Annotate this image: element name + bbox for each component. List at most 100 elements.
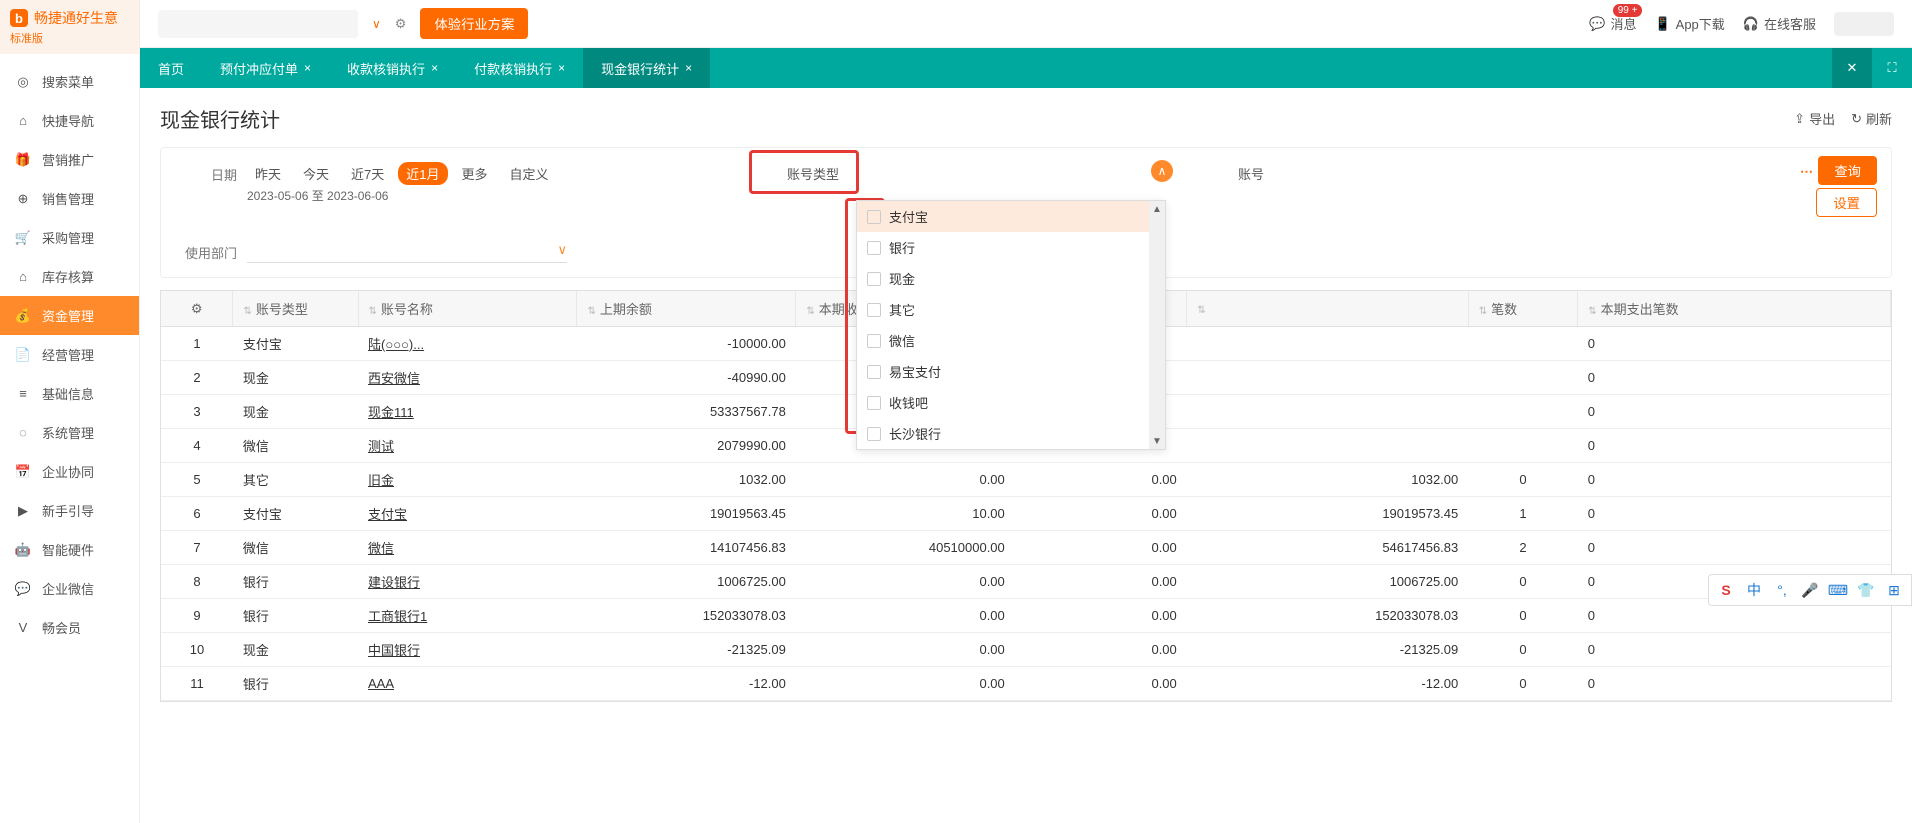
sort-icon[interactable]: ⇅: [587, 306, 595, 317]
account-link[interactable]: 建设银行: [368, 575, 420, 590]
tab[interactable]: 首页: [140, 48, 202, 88]
fullscreen-button[interactable]: ⛶: [1872, 48, 1912, 88]
column-header[interactable]: ⇅上期余额: [577, 291, 796, 327]
sidebar-item[interactable]: ⊕销售管理: [0, 179, 139, 218]
date-pill[interactable]: 昨天: [247, 162, 289, 185]
sidebar-item[interactable]: ⌂快捷导航: [0, 101, 139, 140]
checkbox[interactable]: [867, 241, 881, 255]
table-settings-header[interactable]: ⚙: [161, 291, 233, 327]
sidebar-item[interactable]: ≡基础信息: [0, 374, 139, 413]
chevron-down-icon[interactable]: ∨: [372, 17, 381, 31]
account-link[interactable]: 旧金: [368, 473, 394, 488]
dropdown-option[interactable]: 现金: [857, 263, 1165, 294]
sort-icon[interactable]: ⇅: [1479, 306, 1487, 317]
cell-c1: 0.00: [1015, 633, 1187, 667]
date-pill[interactable]: 今天: [295, 162, 337, 185]
scroll-up-icon[interactable]: ▲: [1149, 201, 1165, 217]
checkbox[interactable]: [867, 334, 881, 348]
dropdown-option[interactable]: 银行: [857, 232, 1165, 263]
sidebar-item[interactable]: 📄经营管理: [0, 335, 139, 374]
sidebar-item[interactable]: ◌系统管理: [0, 413, 139, 452]
ime-mic-icon[interactable]: 🎤: [1799, 579, 1821, 601]
account-link[interactable]: 中国银行: [368, 643, 420, 658]
column-header[interactable]: ⇅本期支出笔数: [1578, 291, 1891, 327]
checkbox[interactable]: [867, 396, 881, 410]
sort-icon[interactable]: ⇅: [369, 306, 377, 317]
account-link[interactable]: AAA: [368, 676, 394, 691]
sidebar-item[interactable]: 🛒采购管理: [0, 218, 139, 257]
tab[interactable]: 预付冲应付单×: [202, 48, 329, 88]
scroll-down-icon[interactable]: ▼: [1149, 433, 1165, 449]
dropdown-option[interactable]: 易宝支付: [857, 356, 1165, 387]
column-header[interactable]: ⇅账号类型: [233, 291, 358, 327]
sidebar-item[interactable]: 🎁营销推广: [0, 140, 139, 179]
settings-button[interactable]: 设置: [1816, 188, 1877, 217]
company-selector[interactable]: [158, 10, 358, 38]
date-pill[interactable]: 近1月: [398, 162, 447, 185]
account-link[interactable]: 测试: [368, 439, 394, 454]
refresh-button[interactable]: ↻ 刷新: [1851, 109, 1892, 128]
sort-icon[interactable]: ⇅: [1197, 305, 1205, 316]
sidebar-item[interactable]: V畅会员: [0, 608, 139, 647]
ime-logo-icon[interactable]: S: [1715, 579, 1737, 601]
trial-button[interactable]: 体验行业方案: [420, 8, 528, 39]
dropdown-option[interactable]: 其它: [857, 294, 1165, 325]
sidebar-item[interactable]: ▶新手引导: [0, 491, 139, 530]
checkbox[interactable]: [867, 272, 881, 286]
account-link[interactable]: 陆(○○○)...: [368, 337, 424, 352]
ime-lang-label[interactable]: 中: [1743, 579, 1765, 601]
tab[interactable]: 收款核销执行×: [329, 48, 456, 88]
account-type-dropdown[interactable]: 支付宝银行现金其它微信易宝支付收钱吧长沙银行 ▲ ▼: [856, 200, 1166, 450]
tab[interactable]: 付款核销执行×: [456, 48, 583, 88]
account-link[interactable]: 西安微信: [368, 371, 420, 386]
ime-skin-icon[interactable]: 👕: [1855, 579, 1877, 601]
date-pill[interactable]: 近7天: [343, 162, 392, 185]
export-button[interactable]: ⇪ 导出: [1794, 109, 1835, 128]
sidebar-item[interactable]: ⌂库存核算: [0, 257, 139, 296]
sort-icon[interactable]: ⇅: [806, 306, 814, 317]
sidebar-item[interactable]: 💬企业微信: [0, 569, 139, 608]
messages-link[interactable]: 💬 消息 99 +: [1589, 14, 1636, 33]
close-icon[interactable]: ×: [685, 61, 692, 75]
customer-service-link[interactable]: 🎧 在线客服: [1743, 14, 1816, 33]
sidebar-item[interactable]: 📅企业协同: [0, 452, 139, 491]
checkbox[interactable]: [867, 303, 881, 317]
query-button[interactable]: 查询: [1818, 156, 1877, 185]
avatar[interactable]: [1834, 12, 1894, 36]
dropdown-option[interactable]: 收钱吧: [857, 387, 1165, 418]
close-icon[interactable]: ×: [304, 61, 311, 75]
account-link[interactable]: 微信: [368, 541, 394, 556]
close-icon[interactable]: ×: [558, 61, 565, 75]
ime-punct-icon[interactable]: °,: [1771, 579, 1793, 601]
sort-icon[interactable]: ⇅: [243, 306, 251, 317]
dropdown-option[interactable]: 微信: [857, 325, 1165, 356]
column-header[interactable]: ⇅: [1187, 291, 1468, 327]
gear-icon[interactable]: ⚙: [395, 16, 407, 32]
ime-keyboard-icon[interactable]: ⌨: [1827, 579, 1849, 601]
close-tab-button[interactable]: ✕: [1832, 48, 1872, 88]
checkbox[interactable]: [867, 365, 881, 379]
sort-icon[interactable]: ⇅: [1588, 306, 1596, 317]
collapse-toggle[interactable]: ∧: [1151, 160, 1173, 182]
more-dots-button[interactable]: ⋯: [1800, 164, 1815, 180]
sidebar-item[interactable]: ◎搜索菜单: [0, 62, 139, 101]
account-link[interactable]: 现金111: [368, 405, 414, 420]
dept-select[interactable]: ∨: [247, 238, 567, 263]
dropdown-scrollbar[interactable]: ▲ ▼: [1149, 201, 1165, 449]
checkbox[interactable]: [867, 210, 881, 224]
sidebar-item[interactable]: 🤖智能硬件: [0, 530, 139, 569]
close-icon[interactable]: ×: [431, 61, 438, 75]
date-pill[interactable]: 自定义: [502, 162, 557, 185]
app-download-link[interactable]: 📱 App下载: [1654, 14, 1724, 33]
dropdown-option[interactable]: 长沙银行: [857, 418, 1165, 449]
sidebar-item[interactable]: 💰资金管理: [0, 296, 139, 335]
column-header[interactable]: ⇅账号名称: [358, 291, 577, 327]
account-link[interactable]: 工商银行1: [368, 609, 427, 624]
checkbox[interactable]: [867, 427, 881, 441]
account-link[interactable]: 支付宝: [368, 507, 407, 522]
column-header[interactable]: ⇅笔数: [1468, 291, 1577, 327]
dropdown-option[interactable]: 支付宝: [857, 201, 1165, 232]
tab[interactable]: 现金银行统计×: [583, 48, 710, 88]
ime-tools-icon[interactable]: ⊞: [1883, 579, 1905, 601]
date-pill[interactable]: 更多: [454, 162, 496, 185]
